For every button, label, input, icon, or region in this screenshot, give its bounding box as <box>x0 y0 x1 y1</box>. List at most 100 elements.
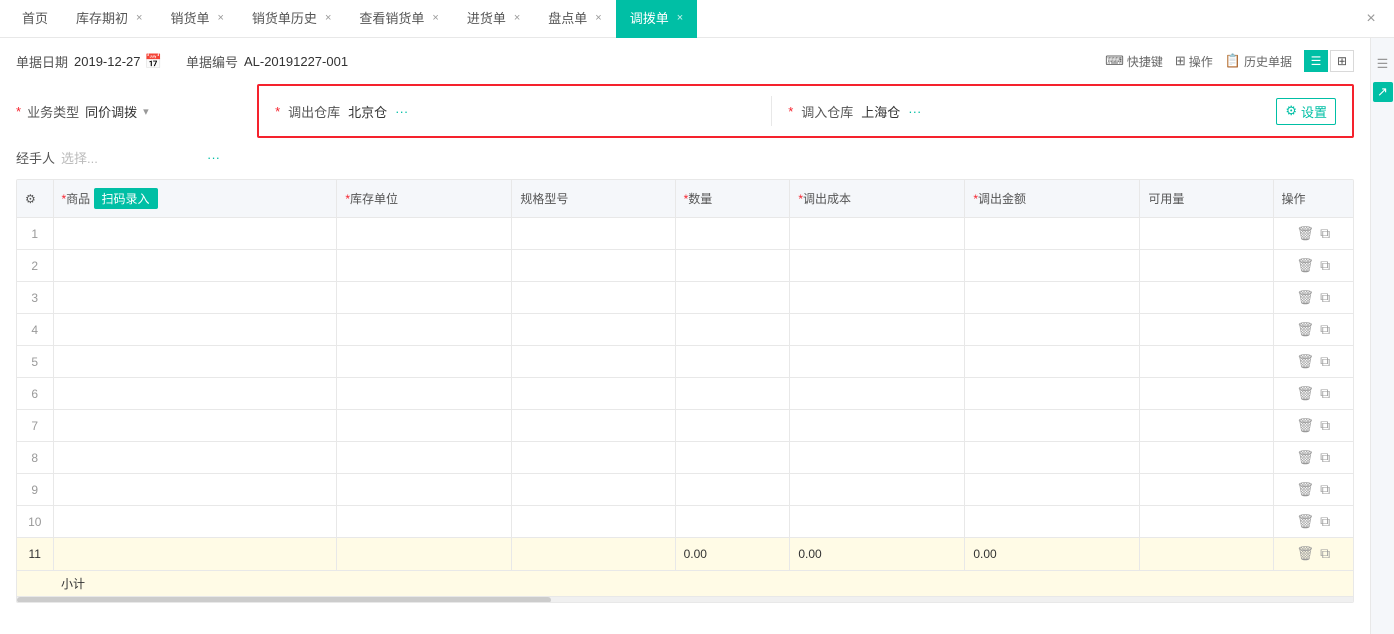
sidebar-list-icon[interactable]: ☰ <box>1373 54 1393 74</box>
warehouse-out-value: 北京仓 <box>348 102 387 121</box>
shortcut-action[interactable]: ⌨ 快捷键 <box>1105 53 1163 70</box>
subtotal-row: 11 0.00 0.00 0.00 🗑⧉ <box>17 538 1353 570</box>
tab-inventory-check[interactable]: 盘点单 × <box>534 0 615 38</box>
copy-icon-4[interactable]: ⧉ <box>1320 321 1330 338</box>
warehouse-settings-button[interactable]: ⚙ 设置 <box>1276 98 1336 125</box>
number-field-group: 单据编号 AL-20191227-001 <box>186 52 348 71</box>
delete-icon-7[interactable]: 🗑 <box>1296 417 1314 434</box>
tab-close-view-sales[interactable]: × <box>432 12 438 24</box>
warehouse-box: * 调出仓库 北京仓 ··· * 调入仓库 上海仓 ··· ⚙ 设置 <box>257 84 1354 138</box>
form-row-1: * 业务类型 同价调拨 ▾ * 调出仓库 北京仓 ··· <box>16 84 1354 138</box>
copy-icon-6[interactable]: ⧉ <box>1320 385 1330 402</box>
tab-close-inventory-init[interactable]: × <box>136 12 142 24</box>
col-product: *商品 扫码录入 <box>53 180 337 218</box>
delete-icon-6[interactable]: 🗑 <box>1296 385 1314 402</box>
tab-bar: 首页 库存期初 × 销货单 × 销货单历史 × 查看销货单 × 进货单 × 盘点… <box>0 0 1394 38</box>
tab-close-sales-history[interactable]: × <box>325 12 331 24</box>
scan-button[interactable]: 扫码录入 <box>94 188 158 209</box>
tab-purchase-order[interactable]: 进货单 × <box>453 0 534 38</box>
handler-more-button[interactable]: ··· <box>207 150 220 165</box>
delete-icon-9[interactable]: 🗑 <box>1296 481 1314 498</box>
copy-icon-1[interactable]: ⧉ <box>1320 225 1330 242</box>
col-ops: 操作 <box>1273 180 1353 218</box>
table-row: 7 🗑⧉ <box>17 410 1353 442</box>
delete-icon-8[interactable]: 🗑 <box>1296 449 1314 466</box>
data-table: ⚙ *商品 扫码录入 *库存单位 规格型号 *数量 *调出成本 *调出金额 可用… <box>17 180 1353 570</box>
subtotal-label <box>53 538 337 570</box>
delete-icon-5[interactable]: 🗑 <box>1296 353 1314 370</box>
cell-product-1[interactable] <box>53 218 337 250</box>
table-row: 4 🗑⧉ <box>17 314 1353 346</box>
handler-select[interactable]: 选择... <box>61 148 201 167</box>
date-field-group: 单据日期 2019-12-27 📅 <box>16 52 162 71</box>
copy-icon-9[interactable]: ⧉ <box>1320 481 1330 498</box>
table-row: 10 🗑⧉ <box>17 506 1353 538</box>
copy-icon-11[interactable]: ⧉ <box>1320 545 1330 562</box>
tab-home[interactable]: 首页 <box>8 0 62 38</box>
warehouse-out-field: * 调出仓库 北京仓 ··· <box>275 102 755 121</box>
delete-icon-3[interactable]: 🗑 <box>1296 289 1314 306</box>
window-close-button[interactable]: × <box>1356 4 1386 34</box>
delete-icon-11[interactable]: 🗑 <box>1296 545 1314 562</box>
shortcut-icon: ⌨ <box>1105 53 1124 69</box>
warehouse-divider <box>771 96 772 126</box>
business-type-arrow-icon: ▾ <box>143 105 149 118</box>
copy-icon-10[interactable]: ⧉ <box>1320 513 1330 530</box>
tab-close-inventory-check[interactable]: × <box>595 12 601 24</box>
handler-label: 经手人 <box>16 148 55 167</box>
copy-icon-3[interactable]: ⧉ <box>1320 289 1330 306</box>
tab-transfer[interactable]: 调拨单 × <box>616 0 697 38</box>
settings-gear-icon: ⚙ <box>1285 103 1297 119</box>
list-view-button[interactable]: ☰ <box>1304 50 1328 72</box>
history-action[interactable]: 📋 历史单据 <box>1225 53 1292 70</box>
tab-close-transfer[interactable]: × <box>677 12 683 24</box>
cell-unit-1[interactable] <box>337 218 512 250</box>
table-row: 2 🗑⧉ <box>17 250 1353 282</box>
delete-icon-10[interactable]: 🗑 <box>1296 513 1314 530</box>
copy-icon-8[interactable]: ⧉ <box>1320 449 1330 466</box>
cell-cost-1[interactable] <box>790 218 965 250</box>
tab-close-sales-order[interactable]: × <box>217 12 223 24</box>
cell-amount-1[interactable] <box>965 218 1140 250</box>
table-row: 8 🗑⧉ <box>17 442 1353 474</box>
data-table-container: ⚙ *商品 扫码录入 *库存单位 规格型号 *数量 *调出成本 *调出金额 可用… <box>16 179 1354 603</box>
right-sidebar: ☰ ↗ <box>1370 38 1394 634</box>
col-gear[interactable]: ⚙ <box>17 180 53 218</box>
number-value: AL-20191227-001 <box>244 54 348 69</box>
col-qty: *数量 <box>675 180 790 218</box>
history-icon: 📋 <box>1225 53 1241 69</box>
business-type-star: * <box>16 104 21 119</box>
copy-icon-2[interactable]: ⧉ <box>1320 257 1330 274</box>
sidebar-export-icon[interactable]: ↗ <box>1373 82 1393 102</box>
grid-view-button[interactable]: ⊞ <box>1330 50 1354 72</box>
delete-icon-1[interactable]: 🗑 <box>1296 225 1314 242</box>
cell-qty-1[interactable] <box>675 218 790 250</box>
cell-spec-1[interactable] <box>512 218 675 250</box>
warehouse-out-more-button[interactable]: ··· <box>395 104 408 119</box>
form-section: * 业务类型 同价调拨 ▾ * 调出仓库 北京仓 ··· <box>16 84 1354 167</box>
scroll-thumb[interactable] <box>17 597 551 603</box>
tab-sales-history[interactable]: 销货单历史 × <box>238 0 345 38</box>
tab-inventory-init[interactable]: 库存期初 × <box>62 0 156 38</box>
horizontal-scrollbar[interactable] <box>17 596 1353 602</box>
tab-sales-order[interactable]: 销货单 × <box>156 0 237 38</box>
tab-close-purchase-order[interactable]: × <box>514 12 520 24</box>
calendar-icon[interactable]: 📅 <box>145 53 162 70</box>
copy-icon-7[interactable]: ⧉ <box>1320 417 1330 434</box>
business-type-select[interactable]: 同价调拨 ▾ <box>85 102 225 121</box>
table-header-row: ⚙ *商品 扫码录入 *库存单位 规格型号 *数量 *调出成本 *调出金额 可用… <box>17 180 1353 218</box>
tab-view-sales[interactable]: 查看销货单 × <box>345 0 452 38</box>
warehouse-in-value: 上海仓 <box>861 102 900 121</box>
table-row: 3 🗑⧉ <box>17 282 1353 314</box>
delete-icon-4[interactable]: 🗑 <box>1296 321 1314 338</box>
warehouse-in-more-button[interactable]: ··· <box>908 104 921 119</box>
number-label: 单据编号 <box>186 52 238 71</box>
copy-icon-5[interactable]: ⧉ <box>1320 353 1330 370</box>
warehouse-out-label: 调出仓库 <box>288 102 340 121</box>
handler-field: 经手人 选择... ··· <box>16 148 220 167</box>
operations-action[interactable]: ⊞ 操作 <box>1175 53 1213 70</box>
delete-icon-2[interactable]: 🗑 <box>1296 257 1314 274</box>
subtotal-label-text: 小计 <box>61 575 85 592</box>
col-cost: *调出成本 <box>790 180 965 218</box>
business-type-label: 业务类型 <box>27 102 79 121</box>
